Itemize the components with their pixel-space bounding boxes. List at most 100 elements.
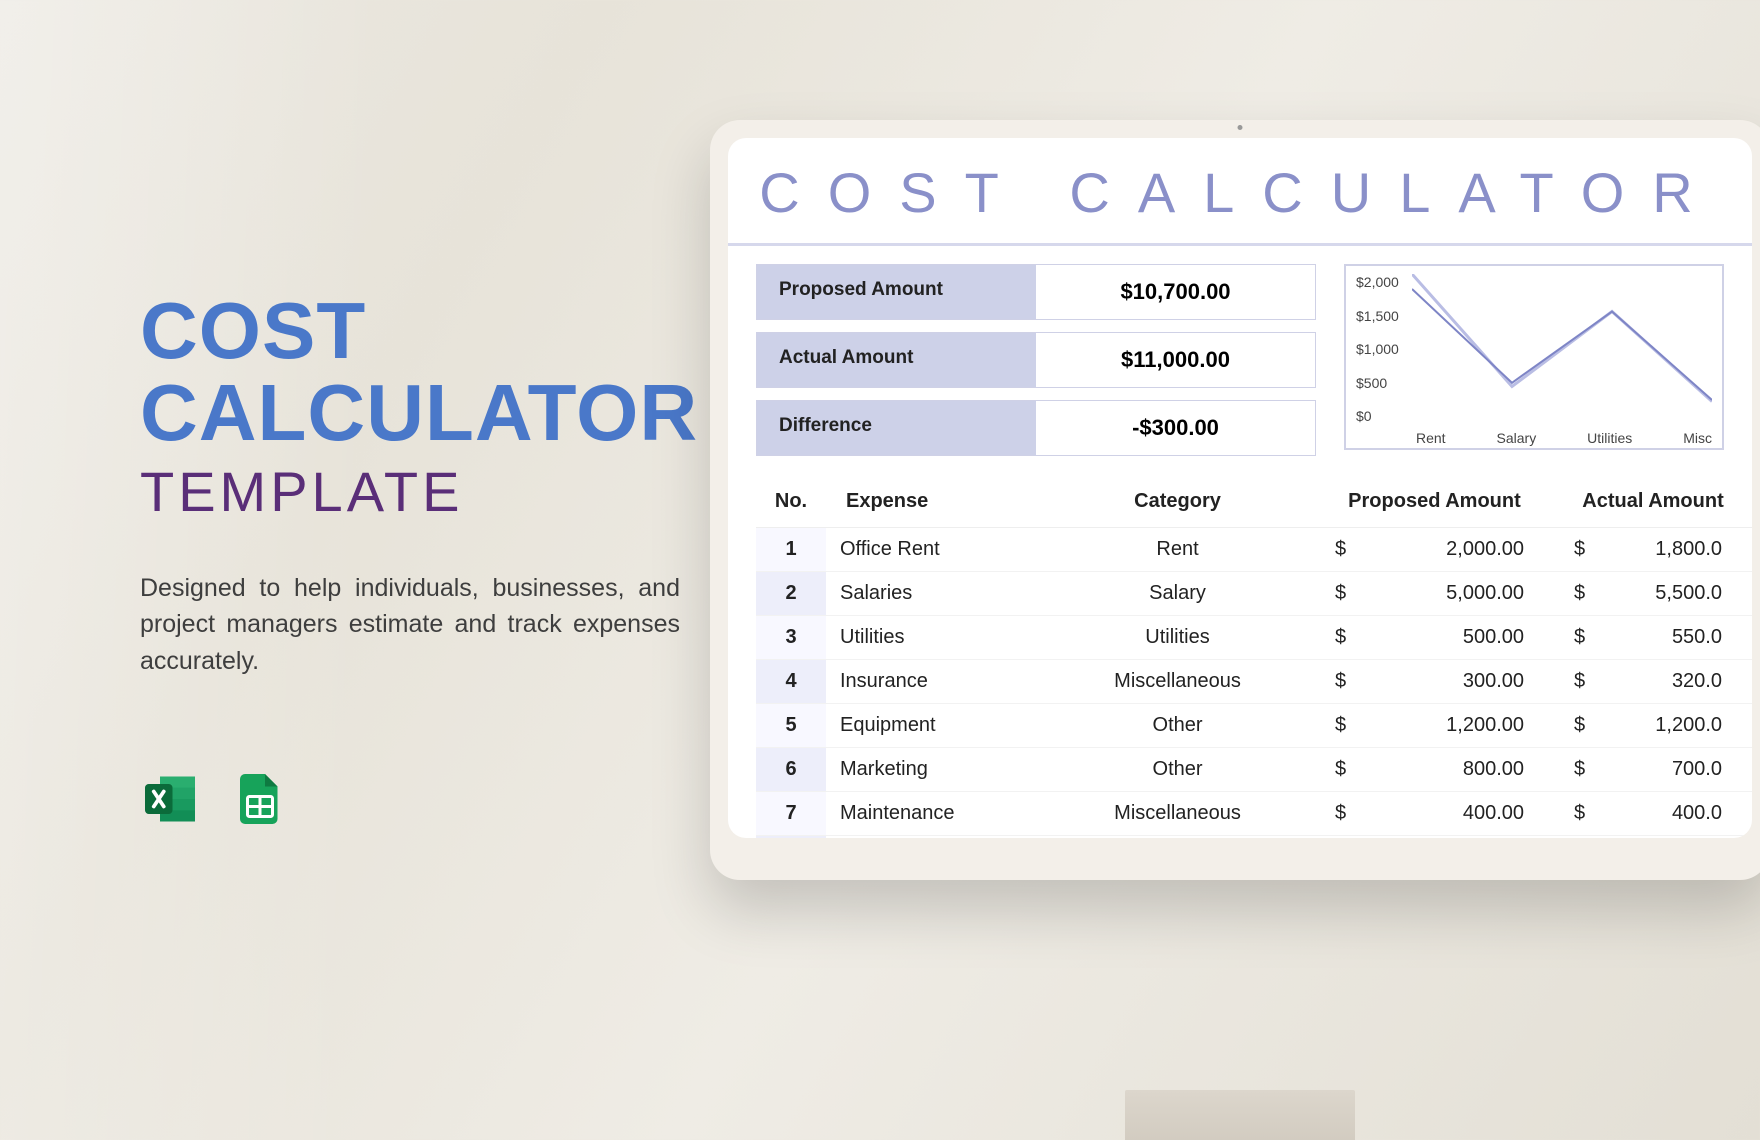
xtick: Misc [1683, 430, 1712, 446]
cell-proposed-symbol: $ [1315, 748, 1346, 792]
promo-title: COST CALCULATOR [140, 290, 680, 453]
promo-description: Designed to help individuals, businesses… [140, 570, 680, 679]
monitor-stand [1125, 1090, 1355, 1140]
cell-actual: 1,200.0 [1585, 704, 1752, 748]
th-no: No. [756, 480, 826, 528]
cell-no: 1 [756, 528, 826, 572]
cell-proposed: 1,200.00 [1346, 704, 1554, 748]
cell-category: Other [1040, 748, 1315, 792]
promo-left-pane: COST CALCULATOR TEMPLATE Designed to hel… [140, 290, 680, 829]
cell-actual: 5,500.0 [1585, 572, 1752, 616]
table-row: 5EquipmentOther$1,200.00$1,200.0 [756, 704, 1752, 748]
cell-category: Miscellaneous [1040, 660, 1315, 704]
excel-icon [140, 769, 200, 829]
th-proposed: Proposed Amount [1315, 480, 1554, 528]
table-header-row: No. Expense Category Proposed Amount Act… [756, 480, 1752, 528]
monitor-mockup: COST CALCULATOR Proposed Amount $10,700.… [710, 120, 1760, 1120]
cell-no: 2 [756, 572, 826, 616]
cell-actual: 550.0 [1585, 616, 1752, 660]
cell-proposed: 800.00 [1346, 748, 1554, 792]
chart-svg [1412, 274, 1712, 424]
summary-proposed-value: $10,700.00 [1036, 265, 1315, 319]
cell-proposed: 2,000.00 [1346, 528, 1554, 572]
promo-subtitle: TEMPLATE [140, 459, 680, 524]
cell-proposed-symbol: $ [1315, 660, 1346, 704]
cell-category: Other [1040, 704, 1315, 748]
cell-expense: Office Supplies [826, 836, 1040, 839]
cell-actual-symbol: $ [1554, 792, 1585, 836]
cell-category: Rent [1040, 528, 1315, 572]
cell-category: Supplies & Licenses [1040, 836, 1315, 839]
cell-no: 4 [756, 660, 826, 704]
title-divider [728, 243, 1752, 246]
cell-proposed: 400.00 [1346, 792, 1554, 836]
promo-title-line-1: COST [140, 286, 366, 375]
cell-actual-symbol: $ [1554, 704, 1585, 748]
cell-actual-symbol: $ [1554, 748, 1585, 792]
cell-proposed-symbol: $ [1315, 572, 1346, 616]
cell-actual-symbol: $ [1554, 616, 1585, 660]
expense-chart: $2,000 $1,500 $1,000 $500 $0 Rent Salary… [1344, 264, 1724, 450]
app-screen: COST CALCULATOR Proposed Amount $10,700.… [728, 138, 1752, 838]
cell-actual-symbol: $ [1554, 660, 1585, 704]
ytick: $1,500 [1356, 308, 1399, 324]
xtick: Salary [1497, 430, 1537, 446]
summary-and-chart-row: Proposed Amount $10,700.00 Actual Amount… [728, 264, 1752, 464]
cell-actual-symbol: $ [1554, 528, 1585, 572]
table-row: 3UtilitiesUtilities$500.00$550.0 [756, 616, 1752, 660]
format-icons-row [140, 769, 680, 829]
google-sheets-icon [230, 769, 290, 829]
cell-expense: Salaries [826, 572, 1040, 616]
monitor-frame: COST CALCULATOR Proposed Amount $10,700.… [710, 120, 1760, 880]
th-expense: Expense [826, 480, 1040, 528]
cell-no: 7 [756, 792, 826, 836]
cell-expense: Utilities [826, 616, 1040, 660]
summary-proposed-label: Proposed Amount [757, 265, 1036, 319]
cell-proposed-symbol: $ [1315, 792, 1346, 836]
cell-category: Salary [1040, 572, 1315, 616]
cell-actual-symbol: $ [1554, 572, 1585, 616]
cell-actual: 700.0 [1585, 748, 1752, 792]
cell-actual: 1,800.0 [1585, 528, 1752, 572]
cell-expense: Equipment [826, 704, 1040, 748]
cell-proposed-symbol: $ [1315, 616, 1346, 660]
summary-cards: Proposed Amount $10,700.00 Actual Amount… [756, 264, 1316, 456]
cell-actual: 320.0 [1585, 660, 1752, 704]
table-row: 2SalariesSalary$5,000.00$5,500.0 [756, 572, 1752, 616]
table-row: 1Office RentRent$2,000.00$1,800.0 [756, 528, 1752, 572]
th-category: Category [1040, 480, 1315, 528]
ytick: $2,000 [1356, 274, 1399, 290]
cell-expense: Insurance [826, 660, 1040, 704]
cell-expense: Marketing [826, 748, 1040, 792]
summary-actual-label: Actual Amount [757, 333, 1036, 387]
table-row: 7MaintenanceMiscellaneous$400.00$400.0 [756, 792, 1752, 836]
summary-actual: Actual Amount $11,000.00 [756, 332, 1316, 388]
xtick: Utilities [1587, 430, 1632, 446]
expense-table-wrap: No. Expense Category Proposed Amount Act… [728, 464, 1752, 838]
summary-difference-value: -$300.00 [1036, 401, 1315, 455]
cell-no: 3 [756, 616, 826, 660]
cell-expense: Maintenance [826, 792, 1040, 836]
ytick: $1,000 [1356, 341, 1399, 357]
table-row: 4InsuranceMiscellaneous$300.00$320.0 [756, 660, 1752, 704]
cell-proposed: 500.00 [1346, 616, 1554, 660]
xtick: Rent [1416, 430, 1446, 446]
cell-category: Utilities [1040, 616, 1315, 660]
chart-y-labels: $2,000 $1,500 $1,000 $500 $0 [1356, 274, 1399, 424]
ytick: $500 [1356, 375, 1399, 391]
th-actual: Actual Amount [1554, 480, 1752, 528]
cell-no: 8 [756, 836, 826, 839]
cell-actual: 400.0 [1585, 792, 1752, 836]
cell-proposed-symbol: $ [1315, 836, 1346, 839]
cell-category: Miscellaneous [1040, 792, 1315, 836]
cell-actual: 180.0 [1585, 836, 1752, 839]
summary-proposed: Proposed Amount $10,700.00 [756, 264, 1316, 320]
app-title: COST CALCULATOR [728, 138, 1752, 239]
cell-proposed: 300.00 [1346, 660, 1554, 704]
table-row: 8Office SuppliesSupplies & Licenses$200.… [756, 836, 1752, 839]
cell-proposed-symbol: $ [1315, 704, 1346, 748]
summary-actual-value: $11,000.00 [1036, 333, 1315, 387]
chart-x-labels: Rent Salary Utilities Misc [1416, 430, 1712, 446]
table-row: 6MarketingOther$800.00$700.0 [756, 748, 1752, 792]
cell-proposed-symbol: $ [1315, 528, 1346, 572]
